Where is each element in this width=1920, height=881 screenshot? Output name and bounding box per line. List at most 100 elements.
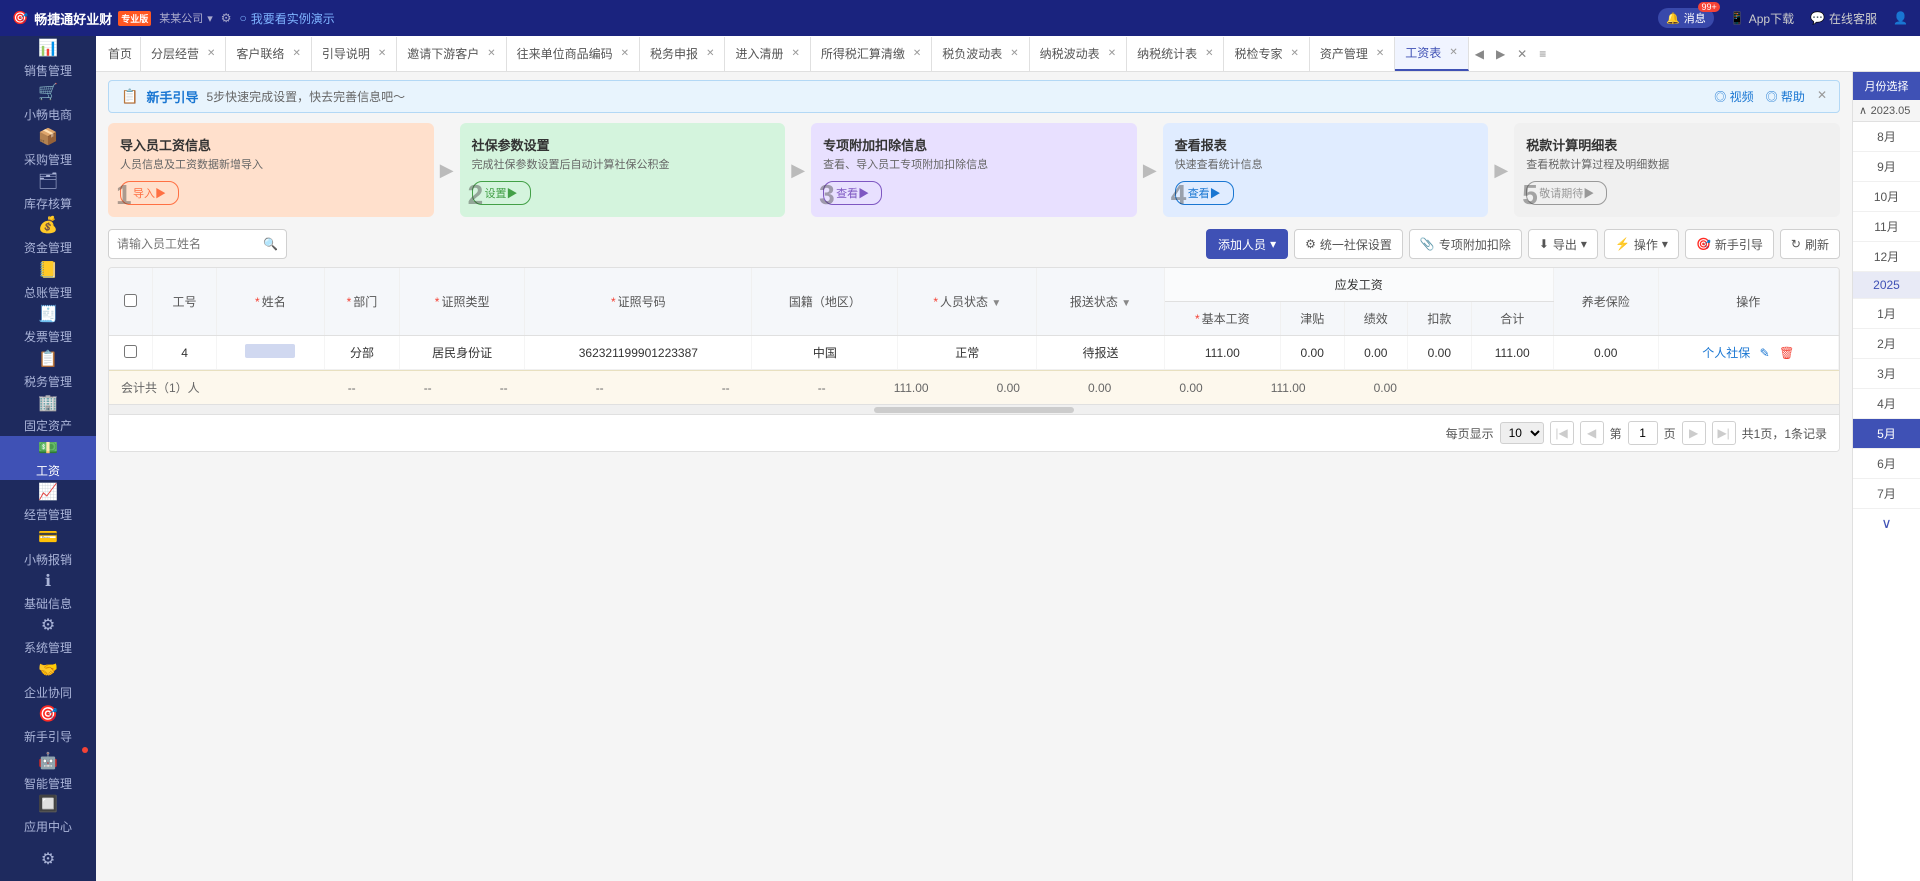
tab-guide-desc[interactable]: 引导说明 ✕ <box>312 37 397 71</box>
special-deduct-button[interactable]: 📎 专项附加扣除 <box>1409 229 1522 259</box>
app-download-button[interactable]: 📱 App下载 <box>1730 10 1794 27</box>
unified-settings-button[interactable]: ⚙ 统一社保设置 <box>1294 229 1403 259</box>
tab-tax-burden[interactable]: 税负波动表 ✕ <box>932 37 1029 71</box>
user-avatar[interactable]: 👤 <box>1893 11 1908 25</box>
sidebar-item-purchase[interactable]: 📦 采购管理 <box>0 125 96 169</box>
horizontal-scrollbar[interactable] <box>109 404 1839 414</box>
sidebar-item-invoice[interactable]: 🧾 发票管理 <box>0 303 96 347</box>
sidebar-item-sales[interactable]: 📊 销售管理 <box>0 36 96 80</box>
sidebar-item-app-center[interactable]: 🔲 应用中心 <box>0 792 96 836</box>
year-2025[interactable]: 2025 <box>1853 272 1920 299</box>
sidebar-item-ledger[interactable]: 📒 总账管理 <box>0 258 96 302</box>
tab-close-invite[interactable]: ✕ <box>487 48 495 59</box>
sidebar-item-expense[interactable]: 💳 小畅报销 <box>0 525 96 569</box>
operation-button[interactable]: ⚡ 操作 ▾ <box>1604 229 1679 259</box>
sidebar-item-guide[interactable]: 🎯 新手引导 <box>0 703 96 747</box>
row-checkbox[interactable] <box>124 345 137 358</box>
guide-video-link[interactable]: ◎ 视频 <box>1714 88 1753 105</box>
sidebar-item-salary[interactable]: 💵 工资 <box>0 436 96 480</box>
sidebar-item-assets[interactable]: 🏢 固定资产 <box>0 392 96 436</box>
tab-close-asset[interactable]: ✕ <box>1376 48 1384 59</box>
month-item-12[interactable]: 12月 <box>1853 242 1920 272</box>
step-btn-pending[interactable]: 敬请期待▶ <box>1526 181 1607 205</box>
tab-menu[interactable]: ≡ <box>1533 47 1552 61</box>
sidebar-item-inventory[interactable]: 🗂 库存核算 <box>0 169 96 213</box>
tab-customer[interactable]: 客户联络 ✕ <box>226 37 311 71</box>
page-input[interactable] <box>1628 421 1658 445</box>
sidebar-item-ecommerce[interactable]: 🛒 小畅电商 <box>0 80 96 124</box>
month-panel-title[interactable]: 月份选择 <box>1853 72 1920 100</box>
demo-link[interactable]: ○ 我要看实例演示 <box>240 10 335 27</box>
tab-asset-mgmt[interactable]: 资产管理 ✕ <box>1310 37 1395 71</box>
page-next-btn[interactable]: ▶ <box>1682 421 1706 445</box>
tab-nav-next[interactable]: ▶ <box>1490 47 1511 61</box>
tab-close-stats[interactable]: ✕ <box>1205 48 1213 59</box>
tab-home[interactable]: 首页 <box>100 37 141 71</box>
tab-close-income[interactable]: ✕ <box>913 48 921 59</box>
month-item-11[interactable]: 11月 <box>1853 212 1920 242</box>
tab-clearance[interactable]: 进入清册 ✕ <box>725 37 810 71</box>
settings-icon[interactable]: ⚙ <box>221 11 232 25</box>
tab-tax-stats[interactable]: 纳税统计表 ✕ <box>1127 37 1224 71</box>
month-item-3[interactable]: 3月 <box>1853 359 1920 389</box>
month-item-4[interactable]: 4月 <box>1853 389 1920 419</box>
tab-close-salary[interactable]: ✕ <box>1449 47 1457 58</box>
edit-icon[interactable]: ✎ <box>1760 346 1770 360</box>
tab-invite[interactable]: 邀请下游客户 ✕ <box>397 37 506 71</box>
sidebar-item-finance[interactable]: 💰 资金管理 <box>0 214 96 258</box>
sidebar-item-operations[interactable]: 📈 经营管理 <box>0 480 96 524</box>
tab-tax-fluctuation[interactable]: 纳税波动表 ✕ <box>1030 37 1127 71</box>
month-item-8[interactable]: 8月 <box>1853 122 1920 152</box>
month-down-icon[interactable]: ∨ <box>1881 515 1891 532</box>
search-box[interactable]: 🔍 <box>108 229 287 259</box>
tab-salary-table[interactable]: 工资表 ✕ <box>1395 37 1468 71</box>
page-last-btn[interactable]: ▶| <box>1712 421 1736 445</box>
tab-close-all[interactable]: ✕ <box>1511 47 1533 61</box>
sidebar-item-config[interactable]: ⚙ <box>0 837 96 881</box>
month-item-10[interactable]: 10月 <box>1853 182 1920 212</box>
report-filter-icon[interactable]: ▼ <box>1121 298 1131 309</box>
tab-nav-prev[interactable]: ◀ <box>1469 47 1490 61</box>
new-guide-button[interactable]: 🎯 新手引导 <box>1685 229 1774 259</box>
tab-close-expert[interactable]: ✕ <box>1291 48 1299 59</box>
month-item-5[interactable]: 5月 <box>1853 419 1920 449</box>
tab-product-code[interactable]: 往来单位商品编码 ✕ <box>507 37 640 71</box>
page-size-select[interactable]: 10 20 50 <box>1500 422 1544 444</box>
tab-close-layered[interactable]: ✕ <box>207 48 215 59</box>
tab-tax-expert[interactable]: 税检专家 ✕ <box>1224 37 1309 71</box>
guide-close-btn[interactable]: ✕ <box>1817 88 1827 105</box>
month-item-2[interactable]: 2月 <box>1853 329 1920 359</box>
tab-close-guide[interactable]: ✕ <box>378 48 386 59</box>
year-prev-btn[interactable]: ∧ <box>1859 104 1867 117</box>
page-first-btn[interactable]: |◀ <box>1550 421 1574 445</box>
page-prev-btn[interactable]: ◀ <box>1580 421 1604 445</box>
delete-icon[interactable]: 🗑 <box>1779 346 1794 360</box>
status-filter-icon[interactable]: ▼ <box>991 298 1001 309</box>
scroll-thumb[interactable] <box>874 407 1074 413</box>
message-button[interactable]: 🔔 消息 99+ <box>1658 8 1714 28</box>
tab-close-burden[interactable]: ✕ <box>1010 48 1018 59</box>
month-item-1[interactable]: 1月 <box>1853 299 1920 329</box>
tab-close-tax[interactable]: ✕ <box>706 48 714 59</box>
company-selector[interactable]: 某某公司 ▾ <box>159 10 213 26</box>
personal-social-link[interactable]: 个人社保 <box>1702 346 1750 360</box>
sidebar-item-basic-info[interactable]: ℹ 基础信息 <box>0 569 96 613</box>
export-button[interactable]: ⬇ 导出 ▾ <box>1528 229 1598 259</box>
sidebar-item-system[interactable]: ⚙ 系统管理 <box>0 614 96 658</box>
tab-close-clearance[interactable]: ✕ <box>791 48 799 59</box>
guide-help-link[interactable]: ◎ 帮助 <box>1766 88 1805 105</box>
month-item-9[interactable]: 9月 <box>1853 152 1920 182</box>
tab-close-fluctuation[interactable]: ✕ <box>1108 48 1116 59</box>
month-item-6[interactable]: 6月 <box>1853 449 1920 479</box>
online-service-button[interactable]: 💬 在线客服 <box>1810 10 1877 27</box>
refresh-button[interactable]: ↻ 刷新 <box>1780 229 1840 259</box>
select-all-checkbox[interactable] <box>124 294 137 307</box>
month-item-7[interactable]: 7月 <box>1853 479 1920 509</box>
tab-close-product[interactable]: ✕ <box>621 48 629 59</box>
sidebar-item-tax[interactable]: 📋 税务管理 <box>0 347 96 391</box>
tab-tax-report[interactable]: 税务申报 ✕ <box>640 37 725 71</box>
tab-close-customer[interactable]: ✕ <box>292 48 300 59</box>
tab-layered-ops[interactable]: 分层经营 ✕ <box>141 37 226 71</box>
sidebar-item-collab[interactable]: 🤝 企业协同 <box>0 658 96 702</box>
tab-income-tax[interactable]: 所得税汇算清缴 ✕ <box>811 37 932 71</box>
